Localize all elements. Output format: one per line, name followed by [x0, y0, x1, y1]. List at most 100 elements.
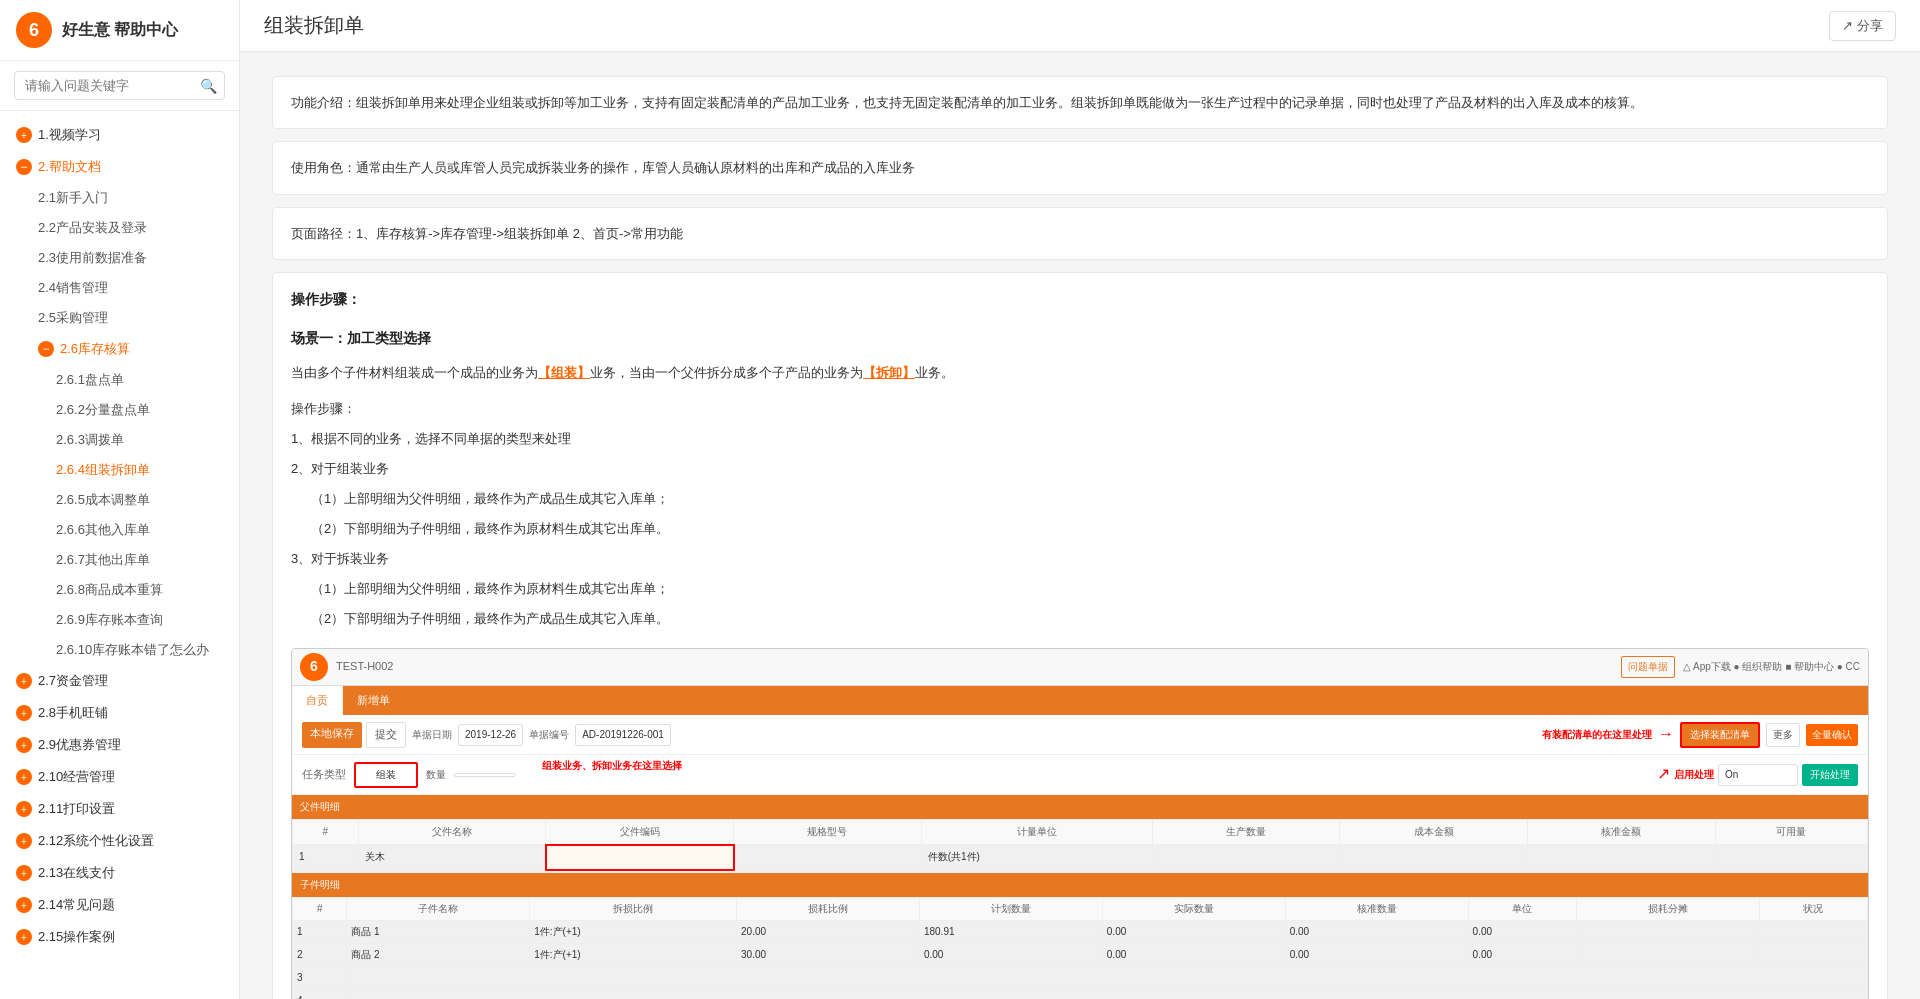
ss-annotation2: 组装业务、拆卸业务在这里选择 — [542, 757, 682, 775]
step-title: 操作步骤： — [291, 396, 1869, 422]
ss-on-field[interactable]: On — [1718, 764, 1798, 786]
ss-action-btns: 本地保存 提交 — [302, 722, 406, 748]
ss-top-right: △ App下载 ● 组织帮助 ■ 帮助中心 ● CC — [1683, 658, 1860, 676]
sidebar-item-other-out[interactable]: 2.6.7其他出库单 — [0, 545, 239, 575]
ss-start-btn[interactable]: 开始处理 — [1802, 764, 1858, 786]
ss-annotation3: 启用处理 — [1674, 766, 1714, 784]
sidebar-item-docs[interactable]: − 2.帮助文档 — [0, 151, 239, 183]
sidebar-item-stocktake2[interactable]: 2.6.2分量盘点单 — [0, 395, 239, 425]
ss-type-select[interactable]: 组装 — [354, 762, 418, 788]
sidebar-item-mgmt[interactable]: + 2.10经营管理 — [0, 761, 239, 793]
ss-logo: 6 — [300, 653, 328, 681]
expand-icon: + — [16, 769, 32, 785]
sidebar-header: 6 好生意 帮助中心 — [0, 0, 239, 61]
ss-dan-val[interactable]: AD-20191226-001 — [575, 724, 671, 746]
step3-1: （1）上部明细为父件明细，最终作为原材料生成其它出库单； — [291, 576, 1869, 602]
path-block: 页面路径：1、库存核算->库存管理->组装拆卸单 2、首页->常用功能 — [272, 207, 1888, 260]
ss-th-code: 父件编码 — [546, 819, 734, 845]
ss-sub-th-num: # — [293, 897, 347, 920]
sidebar-item-label: 2.15操作案例 — [38, 928, 115, 946]
topbar: 组装拆卸单 ↗ 分享 — [240, 0, 1920, 52]
step2-2: （2）下部明细为子件明细，最终作为原材料生成其它出库单。 — [291, 516, 1869, 542]
sidebar-item-label: 2.14常见问题 — [38, 896, 115, 914]
sidebar-item-coupon[interactable]: + 2.9优惠券管理 — [0, 729, 239, 761]
ss-confirm-btn[interactable]: 全量确认 — [1806, 724, 1858, 746]
sidebar-item-faq[interactable]: + 2.14常见问题 — [0, 889, 239, 921]
expand-icon: + — [16, 127, 32, 143]
sidebar-item-label: 2.10经营管理 — [38, 768, 115, 786]
ss-more-btn[interactable]: 更多 — [1766, 723, 1800, 747]
search-input[interactable] — [14, 71, 225, 100]
intro-block-2: 使用角色：通常由生产人员或库管人员完成拆装业务的操作，库管人员确认原材料的出库和… — [272, 141, 1888, 194]
ss-th-name: 父件名称 — [358, 819, 546, 845]
sidebar-item-transfer[interactable]: 2.6.3调拨单 — [0, 425, 239, 455]
sidebar-item-system[interactable]: + 2.12系统个性化设置 — [0, 825, 239, 857]
table-row: 1 关木 件数(共1件) — [293, 845, 1868, 870]
share-button[interactable]: ↗ 分享 — [1829, 11, 1896, 41]
ss-bom-btn[interactable]: 选择装配清单 — [1680, 722, 1760, 748]
expand-icon: + — [16, 737, 32, 753]
sidebar-item-sales[interactable]: 2.4销售管理 — [0, 273, 239, 303]
sidebar-item-cost-recalc[interactable]: 2.6.8商品成本重算 — [0, 575, 239, 605]
sidebar-item-stock-fix[interactable]: 2.6.10库存账本错了怎么办 — [0, 635, 239, 665]
expand-icon: + — [16, 865, 32, 881]
screenshot: 6 TEST-H002 问题单据 △ App下载 ● 组织帮助 ■ 帮助中心 ●… — [291, 648, 1869, 999]
sidebar-item-purchase[interactable]: 2.5采购管理 — [0, 303, 239, 333]
assembly-keyword: 【组装】 — [538, 365, 590, 380]
step2: 2、对于组装业务 — [291, 456, 1869, 482]
ss-date-label: 单据日期 — [412, 726, 452, 744]
ss-sub-th-unit: 单位 — [1468, 897, 1576, 920]
step3-2: （2）下部明细为子件明细，最终作为产成品生成其它入库单。 — [291, 606, 1869, 632]
sidebar-item-stocktake[interactable]: 2.6.1盘点单 — [0, 365, 239, 395]
collapse-icon-stock: − — [38, 341, 54, 357]
ops-title: 操作步骤： — [291, 287, 1869, 312]
ops-block: 操作步骤： 场景一：加工类型选择 当由多个子件材料组装成一个成品的业务为【组装】… — [272, 272, 1888, 999]
sidebar-item-label: 2.9优惠券管理 — [38, 736, 121, 754]
ss-th-cost: 成本金额 — [1340, 819, 1528, 845]
intro-text-2: 使用角色：通常由生产人员或库管人员完成拆装业务的操作，库管人员确认原材料的出库和… — [291, 160, 915, 175]
sidebar-item-print[interactable]: + 2.11打印设置 — [0, 793, 239, 825]
ss-qty-input[interactable] — [454, 773, 516, 777]
ss-th-unit: 计量单位 — [921, 819, 1152, 845]
ss-lower-table-title: 子件明细 — [300, 876, 340, 894]
scenario1-title: 场景一：加工类型选择 — [291, 326, 1869, 351]
share-icon: ↗ — [1842, 18, 1853, 33]
ss-th-avail: 可用量 — [1715, 819, 1867, 845]
sidebar-item-cases[interactable]: + 2.15操作案例 — [0, 921, 239, 953]
sidebar-item-stock-query[interactable]: 2.6.9库存账本查询 — [0, 605, 239, 635]
sidebar-item-install[interactable]: 2.2产品安装及登录 — [0, 213, 239, 243]
sidebar-item-mobile[interactable]: + 2.8手机旺铺 — [0, 697, 239, 729]
table-row: 2 商品 2 1件:产(+1) 30.00 0.00 0.00 0.00 0.0… — [293, 943, 1868, 966]
sidebar-item-data-prep[interactable]: 2.3使用前数据准备 — [0, 243, 239, 273]
sidebar-item-cost-adj[interactable]: 2.6.5成本调整单 — [0, 485, 239, 515]
sidebar-item-label: 1.视频学习 — [38, 126, 101, 144]
ss-nav-new[interactable]: 新增单 — [343, 686, 404, 716]
sidebar-item-other-in[interactable]: 2.6.6其他入库单 — [0, 515, 239, 545]
logo-text: 好生意 帮助中心 — [62, 20, 178, 41]
collapse-icon: − — [16, 159, 32, 175]
ss-nav-home[interactable]: 自贡 — [292, 686, 343, 716]
step2-1: （1）上部明细为父件明细，最终作为产成品生成其它入库单； — [291, 486, 1869, 512]
search-icon: 🔍 — [200, 78, 217, 94]
ss-date-val[interactable]: 2019-12-26 — [458, 724, 523, 746]
nav-tree: + 1.视频学习 − 2.帮助文档 2.1新手入门 2.2产品安装及登录 2.3… — [0, 111, 239, 999]
ss-annotation1: 有装配清单的在这里处理 — [1542, 726, 1652, 744]
sidebar-item-newbie[interactable]: 2.1新手入门 — [0, 183, 239, 213]
expand-icon: + — [16, 705, 32, 721]
ss-save-btn[interactable]: 本地保存 — [302, 722, 362, 748]
sidebar-item-finance[interactable]: + 2.7资金管理 — [0, 665, 239, 697]
ss-create-btn[interactable]: 问题单据 — [1621, 656, 1675, 678]
expand-icon: + — [16, 929, 32, 945]
sidebar-item-payment[interactable]: + 2.13在线支付 — [0, 857, 239, 889]
sidebar-item-video[interactable]: + 1.视频学习 — [0, 119, 239, 151]
search-box: 🔍 — [0, 61, 239, 111]
sidebar-item-stock[interactable]: − 2.6库存核算 — [0, 333, 239, 365]
intro-text-1: 功能介绍：组装拆卸单用来处理企业组装或拆卸等加工业务，支持有固定装配清单的产品加… — [291, 95, 1643, 110]
ss-dan-label: 单据编号 — [529, 726, 569, 744]
ss-parent-code-input[interactable] — [546, 845, 734, 870]
ss-th-prod-qty: 生产数量 — [1152, 819, 1340, 845]
ss-sub-th-actual: 实际数量 — [1102, 897, 1285, 920]
expand-icon: + — [16, 833, 32, 849]
ss-submit-btn[interactable]: 提交 — [366, 722, 406, 748]
sidebar-item-assembly[interactable]: 2.6.4组装拆卸单 — [0, 455, 239, 485]
